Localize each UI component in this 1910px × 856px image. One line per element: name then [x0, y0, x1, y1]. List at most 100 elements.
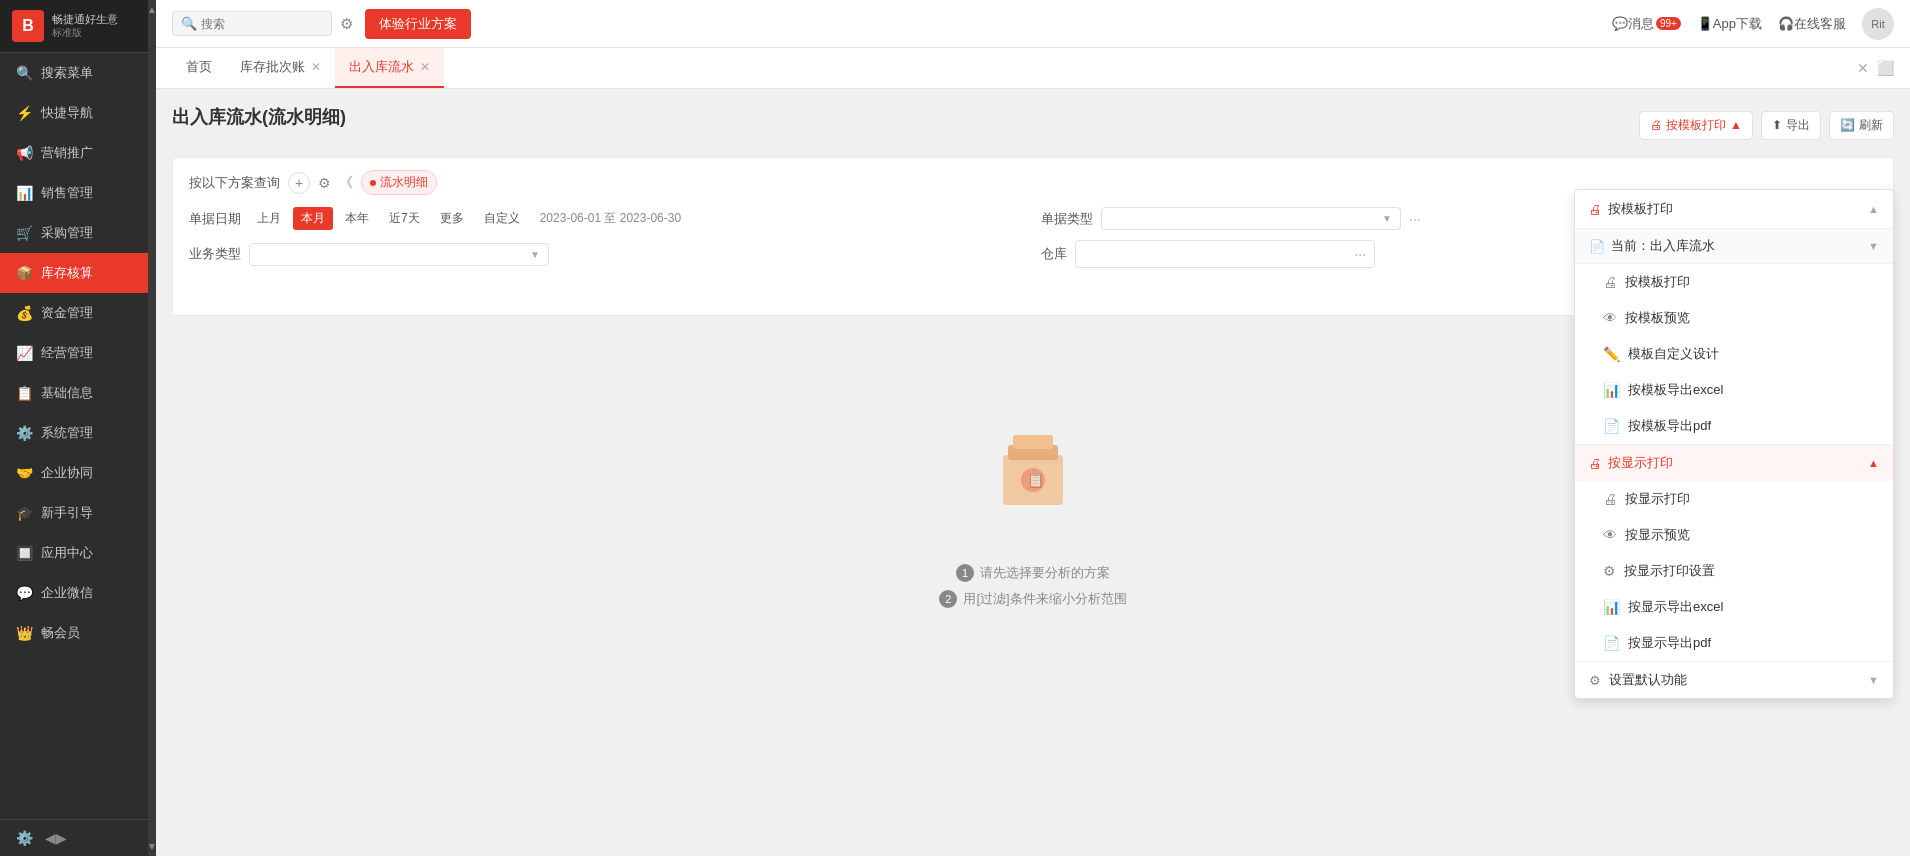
sidebar-item-search[interactable]: 🔍 搜索菜单	[0, 53, 148, 93]
msg-label: 消息	[1628, 15, 1654, 33]
sidebar-item-finance[interactable]: 💰 资金管理	[0, 293, 148, 333]
maximize-icon[interactable]: ⬜	[1877, 60, 1894, 76]
display-settings-label: 按显示打印设置	[1624, 562, 1715, 580]
sidebar-item-apps[interactable]: 🔲 应用中心	[0, 533, 148, 573]
collapse-sidebar-icon[interactable]: ◀▶	[45, 830, 67, 846]
sidebar-item-guide[interactable]: 🎓 新手引导	[0, 493, 148, 533]
tab-flow-close[interactable]: ✕	[420, 60, 430, 74]
sidebar-item-wechat[interactable]: 💬 企业微信	[0, 573, 148, 613]
sidebar-label: 库存核算	[41, 264, 93, 282]
template-excel-item[interactable]: 📊 按模板导出excel	[1575, 372, 1893, 408]
voucher-type-dots[interactable]: ···	[1409, 211, 1421, 227]
date-tab-7days[interactable]: 近7天	[381, 207, 428, 230]
app-subtitle: 标准版	[52, 26, 118, 40]
tabbar: 首页 库存批次账 ✕ 出入库流水 ✕ ✕ ⬜	[156, 48, 1910, 89]
date-tab-more[interactable]: 更多	[432, 207, 472, 230]
sidebar-item-vip[interactable]: 👑 畅会员	[0, 613, 148, 653]
template-print-item[interactable]: 🖨 按模板打印	[1575, 264, 1893, 300]
template-pdf-item[interactable]: 📄 按模板导出pdf	[1575, 408, 1893, 444]
topbar: 🔍 ⚙ 体验行业方案 💬 消息 99+ 📱 App下载 🎧 在线客服 Rit	[156, 0, 1910, 48]
online-service-btn[interactable]: 🎧 在线客服	[1778, 15, 1846, 33]
sidebar-item-inventory[interactable]: 📦 库存核算	[0, 253, 148, 293]
display-section-chevron: ▲	[1868, 457, 1879, 469]
warehouse-label: 仓库	[1041, 245, 1067, 263]
sidebar-label: 快捷导航	[41, 104, 93, 122]
template-section: 🖨 按模板打印 👁 按模板预览 ✏️ 模板自定义设计 📊 按模板导出excel …	[1575, 264, 1893, 445]
empty-illustration: 📋	[983, 425, 1083, 544]
msg-icon: 💬	[1612, 16, 1628, 31]
voucher-type-dropdown[interactable]: ▼	[1101, 207, 1401, 230]
sidebar-item-basic[interactable]: 📋 基础信息	[0, 373, 148, 413]
sidebar-label: 经营管理	[41, 344, 93, 362]
panel-chevron-up: ▲	[1868, 203, 1879, 215]
warehouse-dropdown[interactable]: ···	[1075, 240, 1375, 268]
display-pdf-label: 按显示导出pdf	[1628, 634, 1711, 652]
filter-add-btn[interactable]: +	[288, 172, 310, 194]
current-icon: 📄	[1589, 239, 1605, 254]
business-type-label: 业务类型	[189, 245, 241, 263]
page-actions: 🖨 按模板打印 ▲ ⬆ 导出 🔄 刷新	[1639, 111, 1894, 140]
settings-footer-icon[interactable]: ⚙️	[16, 830, 33, 846]
message-btn[interactable]: 💬 消息 99+	[1612, 15, 1681, 33]
sidebar-item-operation[interactable]: 📈 经营管理	[0, 333, 148, 373]
refresh-btn[interactable]: 🔄 刷新	[1829, 111, 1894, 140]
design-icon: ✏️	[1603, 346, 1620, 362]
date-tab-lastmonth[interactable]: 上月	[249, 207, 289, 230]
date-tab-custom[interactable]: 自定义	[476, 207, 528, 230]
gear-icon[interactable]: ⚙	[340, 15, 353, 33]
filter-collapse-icon[interactable]: 《	[339, 174, 353, 192]
tab-home[interactable]: 首页	[172, 48, 226, 88]
display-section: 🖨 按显示打印 👁 按显示预览 ⚙ 按显示打印设置 📊 按显示导出excel 📄	[1575, 481, 1893, 662]
purchase-icon: 🛒	[16, 225, 33, 241]
date-tab-thisyear[interactable]: 本年	[337, 207, 377, 230]
refresh-icon: 🔄	[1840, 118, 1855, 132]
display-preview-item[interactable]: 👁 按显示预览	[1575, 517, 1893, 553]
display-excel-item[interactable]: 📊 按显示导出excel	[1575, 589, 1893, 625]
warehouse-dots[interactable]: ···	[1354, 246, 1366, 262]
print-btn[interactable]: 🖨 按模板打印 ▲	[1639, 111, 1753, 140]
user-avatar[interactable]: Rit	[1862, 8, 1894, 40]
tab-flow-label: 出入库流水	[349, 58, 414, 76]
minimize-icon[interactable]: ✕	[1857, 60, 1869, 76]
headset-icon: 🎧	[1778, 16, 1794, 31]
print-dropdown-panel: 🖨 按模板打印 ▲ 📄 当前：出入库流水 ▼ 🖨 按模板打印	[1574, 189, 1894, 699]
date-tab-thismonth[interactable]: 本月	[293, 207, 333, 230]
vip-icon: 👑	[16, 625, 33, 641]
tab-batch[interactable]: 库存批次账 ✕	[226, 48, 335, 88]
filter-setting-icon[interactable]: ⚙	[318, 175, 331, 191]
display-excel-label: 按显示导出excel	[1628, 598, 1723, 616]
template-preview-label: 按模板预览	[1625, 309, 1690, 327]
display-pdf-item[interactable]: 📄 按显示导出pdf	[1575, 625, 1893, 661]
tab-flow[interactable]: 出入库流水 ✕	[335, 48, 444, 88]
tab-batch-close[interactable]: ✕	[311, 60, 321, 74]
sidebar-item-purchase[interactable]: 🛒 采购管理	[0, 213, 148, 253]
sidebar-item-coop[interactable]: 🤝 企业协同	[0, 453, 148, 493]
template-preview-item[interactable]: 👁 按模板预览	[1575, 300, 1893, 336]
sidebar-item-quick[interactable]: ⚡ 快捷导航	[0, 93, 148, 133]
template-custom-item[interactable]: ✏️ 模板自定义设计	[1575, 336, 1893, 372]
display-settings-item[interactable]: ⚙ 按显示打印设置	[1575, 553, 1893, 589]
current-chevron: ▼	[1868, 240, 1879, 252]
display-section-header[interactable]: 🖨 按显示打印 ▲	[1575, 445, 1893, 481]
sidebar-label: 基础信息	[41, 384, 93, 402]
footer-chevron: ▼	[1868, 674, 1879, 686]
industry-btn[interactable]: 体验行业方案	[365, 9, 471, 39]
excel-icon: 📊	[1603, 382, 1620, 398]
business-type-dropdown[interactable]: ▼	[249, 243, 549, 266]
svg-text:📋: 📋	[1027, 472, 1045, 489]
date-tabs: 上月 本月 本年 近7天 更多 自定义	[249, 207, 528, 230]
search-icon-topbar: 🔍	[181, 16, 197, 31]
sidebar-item-marketing[interactable]: 📢 营销推广	[0, 133, 148, 173]
export-btn[interactable]: ⬆ 导出	[1761, 111, 1821, 140]
export-icon: ⬆	[1772, 118, 1782, 132]
display-print-item[interactable]: 🖨 按显示打印	[1575, 481, 1893, 517]
content-area: 出入库流水(流水明细) 🖨 按模板打印 ▲ ⬆ 导出 🔄 刷新	[156, 89, 1910, 856]
current-template-row: 📄 当前：出入库流水 ▼	[1575, 229, 1893, 264]
print-dropdown-footer[interactable]: ⚙ 设置默认功能 ▼	[1575, 662, 1893, 698]
sidebar-item-system[interactable]: ⚙️ 系统管理	[0, 413, 148, 453]
search-input[interactable]	[201, 17, 321, 31]
filter-tag[interactable]: 流水明细	[361, 170, 437, 195]
topbar-search-box[interactable]: 🔍	[172, 11, 332, 36]
app-download-btn[interactable]: 📱 App下载	[1697, 15, 1762, 33]
sidebar-item-sales[interactable]: 📊 销售管理	[0, 173, 148, 213]
